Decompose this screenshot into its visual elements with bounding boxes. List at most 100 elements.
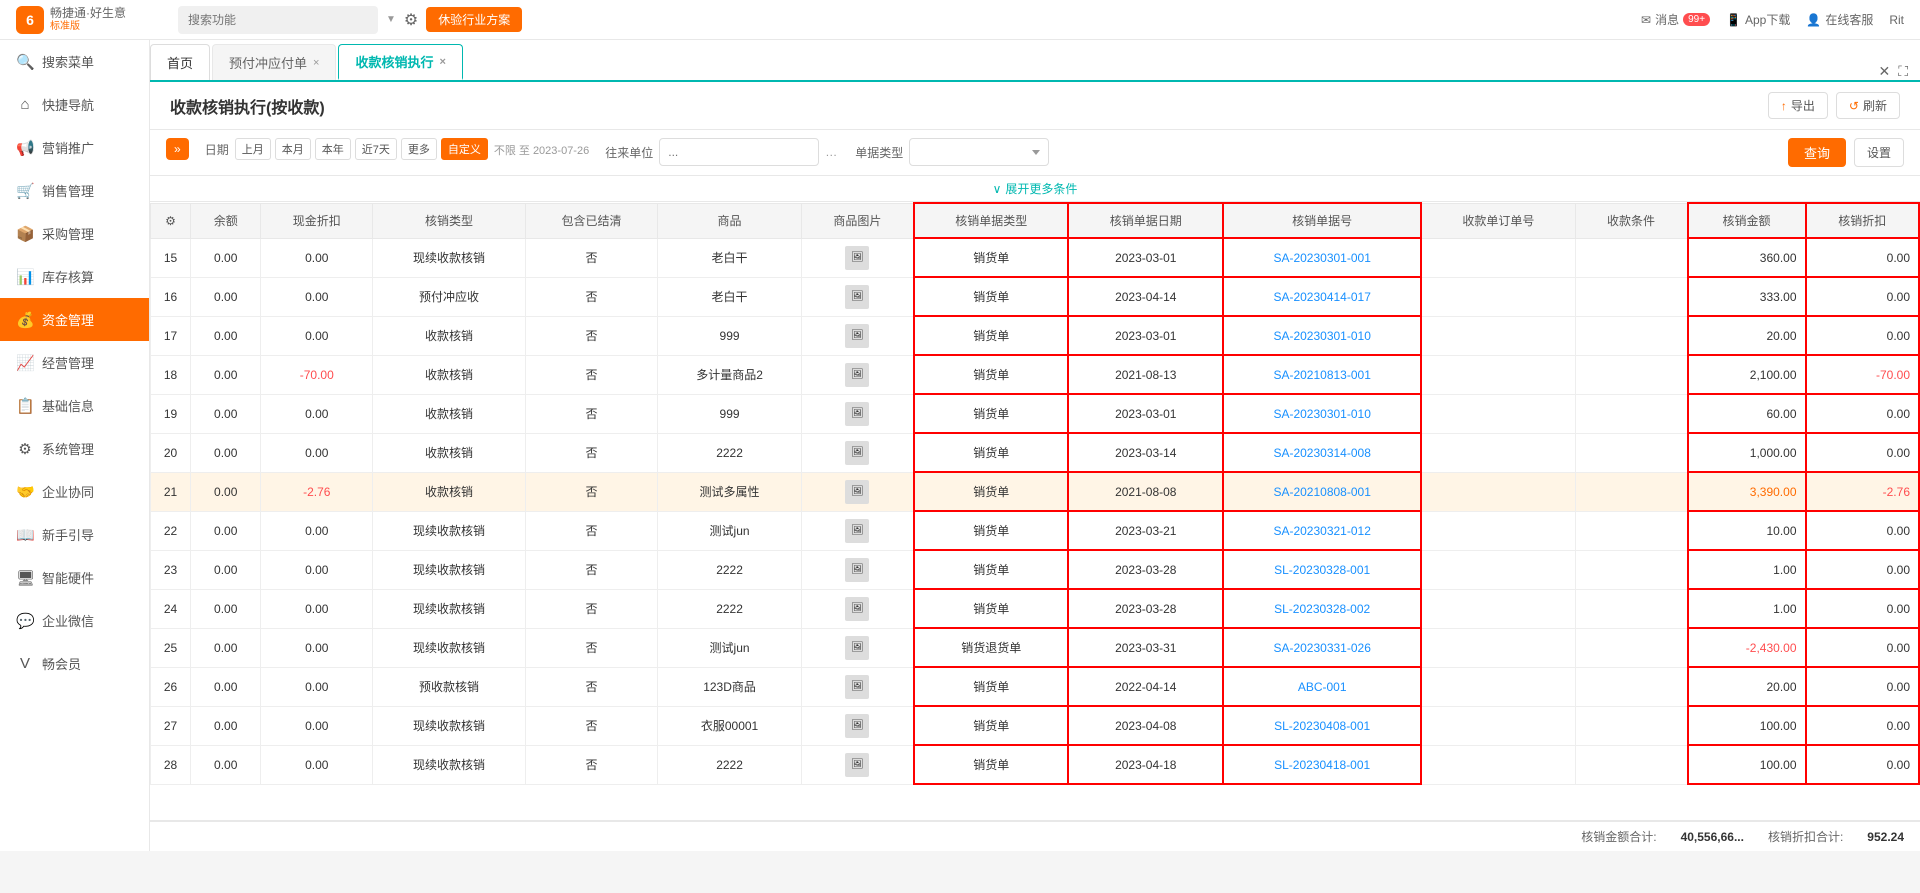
date-range: 不限 至 2023-07-26 <box>494 142 589 158</box>
sidebar-item-sales[interactable]: 🛒 销售管理 <box>0 169 149 212</box>
cash-discount-cell: 0.00 <box>261 667 373 706</box>
refresh-icon: ↺ <box>1849 99 1859 113</box>
sidebar-item-member[interactable]: V 畅会员 <box>0 642 149 685</box>
voucher-no-link[interactable]: SL-20230328-001 <box>1274 563 1370 577</box>
verify-voucher-no-cell: SA-20230321-012 <box>1223 511 1421 550</box>
table-row: 250.000.00现续收款核销否测试jun🖼销货退货单2023-03-31SA… <box>151 628 1920 667</box>
tab-bar: 首页 预付冲应付单 × 收款核销执行 × ✕ ⛶ <box>150 40 1920 82</box>
voucher-no-link[interactable]: SA-20230331-026 <box>1273 641 1370 655</box>
voucher-no-link[interactable]: SA-20230301-010 <box>1273 407 1370 421</box>
sidebar-item-system[interactable]: ⚙ 系统管理 <box>0 427 149 470</box>
sidebar-item-operation[interactable]: 📈 经营管理 <box>0 341 149 384</box>
voucher-no-link[interactable]: SA-20230414-017 <box>1273 290 1370 304</box>
hardware-icon: 🖥 <box>16 569 34 587</box>
voucher-no-link[interactable]: SA-20210808-001 <box>1273 485 1370 499</box>
message-button[interactable]: ✉ 消息 99+ <box>1641 11 1710 28</box>
sidebar-item-quicknav[interactable]: ⌂ 快捷导航 <box>0 83 149 126</box>
column-settings-icon[interactable]: ⚙ <box>165 214 176 228</box>
online-service-button[interactable]: 👤 在线客服 <box>1806 11 1873 28</box>
cash-discount-cell: 0.00 <box>261 628 373 667</box>
window-close-button[interactable]: ✕ <box>1878 63 1890 80</box>
sidebar-item-search[interactable]: 🔍 搜索菜单 <box>0 40 149 83</box>
date-more[interactable]: 更多 <box>401 138 437 160</box>
search-icon: 🔍 <box>16 53 34 71</box>
table-row: 230.000.00现续收款核销否2222🖼销货单2023-03-28SL-20… <box>151 550 1920 589</box>
tab-verify[interactable]: 收款核销执行 × <box>338 44 462 80</box>
verify-voucher-no-cell: SA-20230301-001 <box>1223 238 1421 277</box>
expand-more-button[interactable]: ∨ 展开更多条件 <box>993 180 1078 197</box>
col-verify-voucher-date: 核销单据日期 <box>1068 203 1223 238</box>
cash-discount-cell: 0.00 <box>261 316 373 355</box>
sidebar-item-purchase[interactable]: 📦 采购管理 <box>0 212 149 255</box>
sidebar-item-marketing[interactable]: 📢 营销推广 <box>0 126 149 169</box>
verify-voucher-date-cell: 2021-08-13 <box>1068 355 1223 394</box>
tab-home[interactable]: 首页 <box>150 44 210 80</box>
voucher-no-link[interactable]: SA-20230314-008 <box>1273 446 1370 460</box>
table-row: 170.000.00收款核销否999🖼销货单2023-03-01SA-20230… <box>151 316 1920 355</box>
partner-input[interactable] <box>659 138 819 166</box>
row-number: 25 <box>151 628 191 667</box>
partner-dots: … <box>825 145 839 159</box>
goods-image-cell: 🖼 <box>801 550 914 589</box>
col-verify-type: 核销类型 <box>373 203 526 238</box>
sidebar-item-guide[interactable]: 📖 新手引导 <box>0 513 149 556</box>
table-area: ⚙ 余额 现金折扣 核销类型 包含已结清 商品 商品图片 核销单据类型 核销单据… <box>150 202 1920 820</box>
verify-discount-cell: 0.00 <box>1806 589 1920 628</box>
search-input[interactable] <box>178 6 378 34</box>
industry-button[interactable]: 休验行业方案 <box>426 7 522 32</box>
voucher-no-link[interactable]: SA-20230321-012 <box>1273 524 1370 538</box>
date-last-month[interactable]: 上月 <box>235 138 271 160</box>
sidebar-item-enterprise[interactable]: 🤝 企业协同 <box>0 470 149 513</box>
data-table: ⚙ 余额 现金折扣 核销类型 包含已结清 商品 商品图片 核销单据类型 核销单据… <box>150 202 1920 785</box>
app-download-button[interactable]: 📱 App下载 <box>1726 11 1790 28</box>
cash-discount-cell: 0.00 <box>261 277 373 316</box>
tab-prepay[interactable]: 预付冲应付单 × <box>212 44 336 80</box>
partner-filter-group: 往来单位 … <box>605 138 839 166</box>
export-button[interactable]: ↑ 导出 <box>1768 92 1828 119</box>
user-profile[interactable]: Rit <box>1889 13 1904 27</box>
window-maximize-button[interactable]: ⛶ <box>1898 63 1908 80</box>
cash-discount-cell: 0.00 <box>261 550 373 589</box>
col-verify-amount: 核销金额 <box>1688 203 1806 238</box>
cash-discount-cell: 0.00 <box>261 511 373 550</box>
gear-button[interactable]: ⚙ <box>404 10 418 30</box>
voucher-type-select[interactable] <box>909 138 1049 166</box>
voucher-no-link[interactable]: SA-20230301-001 <box>1273 251 1370 265</box>
voucher-no-link[interactable]: SA-20230301-010 <box>1273 329 1370 343</box>
verify-voucher-date-cell: 2023-03-31 <box>1068 628 1223 667</box>
sidebar-item-hardware[interactable]: 🖥 智能硬件 <box>0 556 149 599</box>
table-footer: 核销金额合计: 40,556,66... 核销折扣合计: 952.24 <box>150 820 1920 851</box>
voucher-no-link[interactable]: ABC-001 <box>1298 680 1347 694</box>
cash-discount-cell: -2.76 <box>261 472 373 511</box>
sidebar-item-wechat[interactable]: 💬 企业微信 <box>0 599 149 642</box>
tab-close-prepay[interactable]: × <box>313 57 319 69</box>
sidebar-item-finance[interactable]: 💰 资金管理 <box>0 298 149 341</box>
refresh-button[interactable]: ↺ 刷新 <box>1836 92 1900 119</box>
verify-voucher-date-cell: 2022-04-14 <box>1068 667 1223 706</box>
verify-voucher-type-cell: 销货单 <box>914 589 1069 628</box>
voucher-no-link[interactable]: SL-20230408-001 <box>1274 719 1370 733</box>
date-this-month[interactable]: 本月 <box>275 138 311 160</box>
wechat-icon: 💬 <box>16 612 34 630</box>
col-settings[interactable]: ⚙ <box>151 203 191 238</box>
tab-close-verify[interactable]: × <box>439 56 445 68</box>
total-amount-value: 40,556,66... <box>1681 830 1744 844</box>
verify-voucher-date-cell: 2023-03-28 <box>1068 589 1223 628</box>
filter-settings-button[interactable]: 设置 <box>1854 138 1904 167</box>
verify-voucher-type-cell: 销货单 <box>914 706 1069 745</box>
query-button[interactable]: 查询 <box>1788 138 1846 167</box>
verify-discount-cell: 0.00 <box>1806 511 1920 550</box>
voucher-no-link[interactable]: SL-20230328-002 <box>1274 602 1370 616</box>
filter-expand-button[interactable]: » <box>166 138 189 160</box>
voucher-no-link[interactable]: SL-20230418-001 <box>1274 758 1370 772</box>
table-row: 220.000.00现续收款核销否测试jun🖼销货单2023-03-21SA-2… <box>151 511 1920 550</box>
verify-voucher-no-cell: SA-20210813-001 <box>1223 355 1421 394</box>
table-row: 160.000.00预付冲应收否老白干🖼销货单2023-04-14SA-2023… <box>151 277 1920 316</box>
sidebar-item-base[interactable]: 📋 基础信息 <box>0 384 149 427</box>
date-custom[interactable]: 自定义 <box>441 138 488 160</box>
date-7days[interactable]: 近7天 <box>355 138 397 160</box>
date-this-year[interactable]: 本年 <box>315 138 351 160</box>
voucher-no-link[interactable]: SA-20210813-001 <box>1273 368 1370 382</box>
verify-discount-cell: 0.00 <box>1806 550 1920 589</box>
sidebar-item-inventory[interactable]: 📊 库存核算 <box>0 255 149 298</box>
